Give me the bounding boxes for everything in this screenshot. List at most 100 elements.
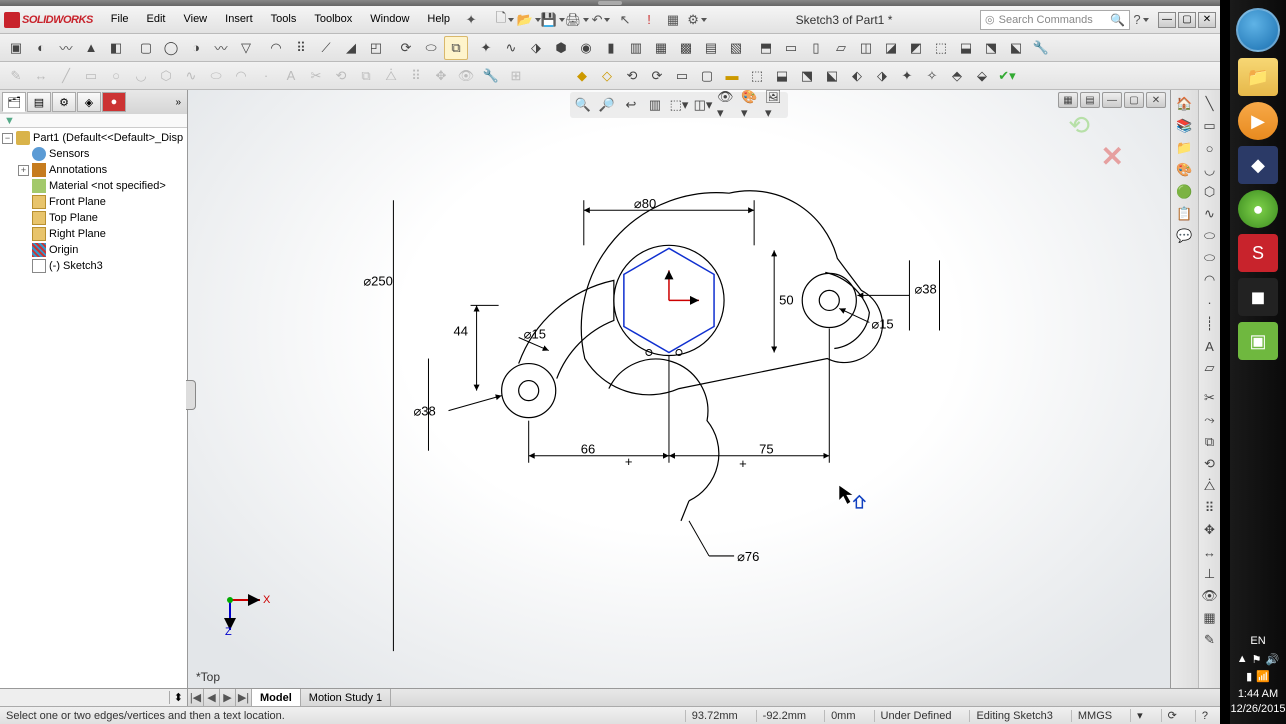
menu-search-icon[interactable]: ✦ (460, 9, 482, 31)
quick-snaps-icon[interactable]: ⊞ (504, 64, 528, 88)
property-manager-tab[interactable]: ▤ (27, 92, 51, 112)
filter-icon[interactable]: ▼ (4, 115, 15, 127)
smart-dimension-icon[interactable]: ↔ (29, 64, 53, 88)
wrap-icon[interactable]: ⟳ (394, 36, 418, 60)
swept-boss-icon[interactable]: 〰 (54, 36, 78, 60)
point-tool-icon[interactable]: · (1200, 292, 1220, 312)
fillet-tool-icon[interactable]: ◠ (1200, 270, 1220, 290)
move-icon[interactable]: ✥ (429, 64, 453, 88)
status-help-icon[interactable]: ? (1195, 710, 1214, 722)
rectangle-icon[interactable]: ▭ (79, 64, 103, 88)
sketch-icon[interactable]: ✎ (4, 64, 28, 88)
centerline-tool-icon[interactable]: ┊ (1200, 314, 1220, 334)
taskbar-app-icon[interactable]: ◆ (1238, 146, 1278, 184)
tool-icon[interactable]: ▭ (670, 64, 694, 88)
display-tool-icon[interactable]: 👁 (1200, 586, 1220, 606)
hole-wizard-icon[interactable]: ◯ (159, 36, 183, 60)
status-rebuild-icon[interactable]: ⟳ (1161, 709, 1183, 722)
tool-icon[interactable]: ▬ (720, 64, 744, 88)
offset-icon[interactable]: ⧉ (354, 64, 378, 88)
tab-scroll-last[interactable]: ▶| (236, 689, 252, 706)
view-icon[interactable]: ⬕ (1004, 36, 1028, 60)
offset-tool-icon[interactable]: ⧉ (1200, 432, 1220, 452)
tree-material[interactable]: Material <not specified> (0, 178, 187, 194)
view-icon[interactable]: ⬔ (979, 36, 1003, 60)
tab-model[interactable]: Model (252, 689, 301, 706)
ellipse-tool-icon[interactable]: ⬭ (1200, 226, 1220, 246)
taskbar-solidworks-icon[interactable]: S (1238, 234, 1278, 272)
swept-cut-icon[interactable]: 〰 (209, 36, 233, 60)
taskbar-app-icon[interactable]: ◼ (1238, 278, 1278, 316)
tree-root[interactable]: −Part1 (Default<<Default>_Disp (0, 130, 187, 146)
tool-icon[interactable]: ✧ (920, 64, 944, 88)
curves-icon[interactable]: ∿ (499, 36, 523, 60)
help-dd-button[interactable]: ? (1130, 9, 1152, 31)
tool-icon[interactable]: ⬖ (845, 64, 869, 88)
ellipse-icon[interactable]: ⬭ (204, 64, 228, 88)
tool-icon[interactable]: ⬗ (870, 64, 894, 88)
fillet-sketch-icon[interactable]: ◠ (229, 64, 253, 88)
tool-icon[interactable]: ▥ (624, 36, 648, 60)
polygon-icon[interactable]: ⬡ (154, 64, 178, 88)
spline-tool-icon[interactable]: ∿ (1200, 204, 1220, 224)
circle-icon[interactable]: ○ (104, 64, 128, 88)
loft-boss-icon[interactable]: ▲ (79, 36, 103, 60)
dome-icon[interactable]: ⬭ (419, 36, 443, 60)
tab-scroll-next[interactable]: ▶ (220, 689, 236, 706)
tool-icon[interactable]: ⬘ (945, 64, 969, 88)
measure-icon[interactable]: 🔧 (1029, 36, 1053, 60)
tree-top-plane[interactable]: Top Plane (0, 210, 187, 226)
draft-icon[interactable]: ◢ (339, 36, 363, 60)
loft-cut-icon[interactable]: ▽ (234, 36, 258, 60)
grid-tool-icon[interactable]: ▦ (1200, 608, 1220, 628)
view-icon[interactable]: ◩ (904, 36, 928, 60)
config-manager-tab[interactable]: ⚙ (52, 92, 76, 112)
options-button[interactable]: ▦ (662, 9, 684, 31)
tool-icon[interactable]: ⬕ (820, 64, 844, 88)
smart-dim-icon[interactable]: ↔ (1200, 542, 1220, 562)
tool-icon[interactable]: ◆ (570, 64, 594, 88)
front-view-icon[interactable]: ▭ (779, 36, 803, 60)
forum-icon[interactable]: 💬 (1174, 226, 1196, 246)
custom-props-icon[interactable]: 📋 (1174, 204, 1196, 224)
maximize-button[interactable]: ▢ (1178, 12, 1196, 28)
tool-icon[interactable]: ⬚ (745, 64, 769, 88)
tool-icon[interactable]: ⟲ (620, 64, 644, 88)
line-tool-icon[interactable]: ╲ (1200, 94, 1220, 114)
tool-icon[interactable]: ▮ (599, 36, 623, 60)
view-icon[interactable]: ◪ (879, 36, 903, 60)
rib-icon[interactable]: ⟋ (314, 36, 338, 60)
relation-tool-icon[interactable]: ⊥ (1200, 564, 1220, 584)
tool-icon[interactable]: ⬢ (549, 36, 573, 60)
extrude-cut-icon[interactable]: ▢ (134, 36, 158, 60)
select-button[interactable]: ↖ (614, 9, 636, 31)
menu-window[interactable]: Window (362, 9, 417, 31)
tool-icon[interactable]: ⬓ (770, 64, 794, 88)
language-indicator[interactable]: EN (1230, 635, 1286, 647)
text-tool-icon[interactable]: A (1200, 336, 1220, 356)
tool-icon[interactable]: ✦ (895, 64, 919, 88)
tree-right-plane[interactable]: Right Plane (0, 226, 187, 242)
tree-front-plane[interactable]: Front Plane (0, 194, 187, 210)
view-palette-icon[interactable]: 🎨 (1174, 160, 1196, 180)
dimxpert-tab[interactable]: ◈ (77, 92, 101, 112)
tray-network-icon[interactable]: 📶 (1256, 670, 1270, 683)
tool-icon[interactable]: ⬙ (970, 64, 994, 88)
pattern-icon[interactable]: ⠿ (289, 36, 313, 60)
search-icon[interactable]: 🔍 (1110, 13, 1125, 27)
view-triad[interactable]: X Z (220, 585, 270, 638)
menu-help[interactable]: Help (419, 9, 458, 31)
tree-sensors[interactable]: Sensors (0, 146, 187, 162)
taskbar-explorer-icon[interactable]: 📁 (1238, 58, 1278, 96)
options-dd-button[interactable]: ⚙ (686, 9, 708, 31)
clock-date[interactable]: 12/26/2015 (1230, 702, 1286, 716)
view-icon[interactable]: ⬚ (929, 36, 953, 60)
tray-network-icon[interactable]: ▮ (1246, 670, 1252, 683)
taskbar-media-icon[interactable]: ▶ (1238, 102, 1278, 140)
tray-up-icon[interactable]: ▲ (1237, 653, 1248, 666)
tray-flag-icon[interactable]: ⚑ (1252, 653, 1262, 666)
view-icon[interactable]: ◫ (854, 36, 878, 60)
design-library-icon[interactable]: 📚 (1174, 116, 1196, 136)
view-icon[interactable]: ⬓ (954, 36, 978, 60)
tool-icon[interactable]: ▢ (695, 64, 719, 88)
